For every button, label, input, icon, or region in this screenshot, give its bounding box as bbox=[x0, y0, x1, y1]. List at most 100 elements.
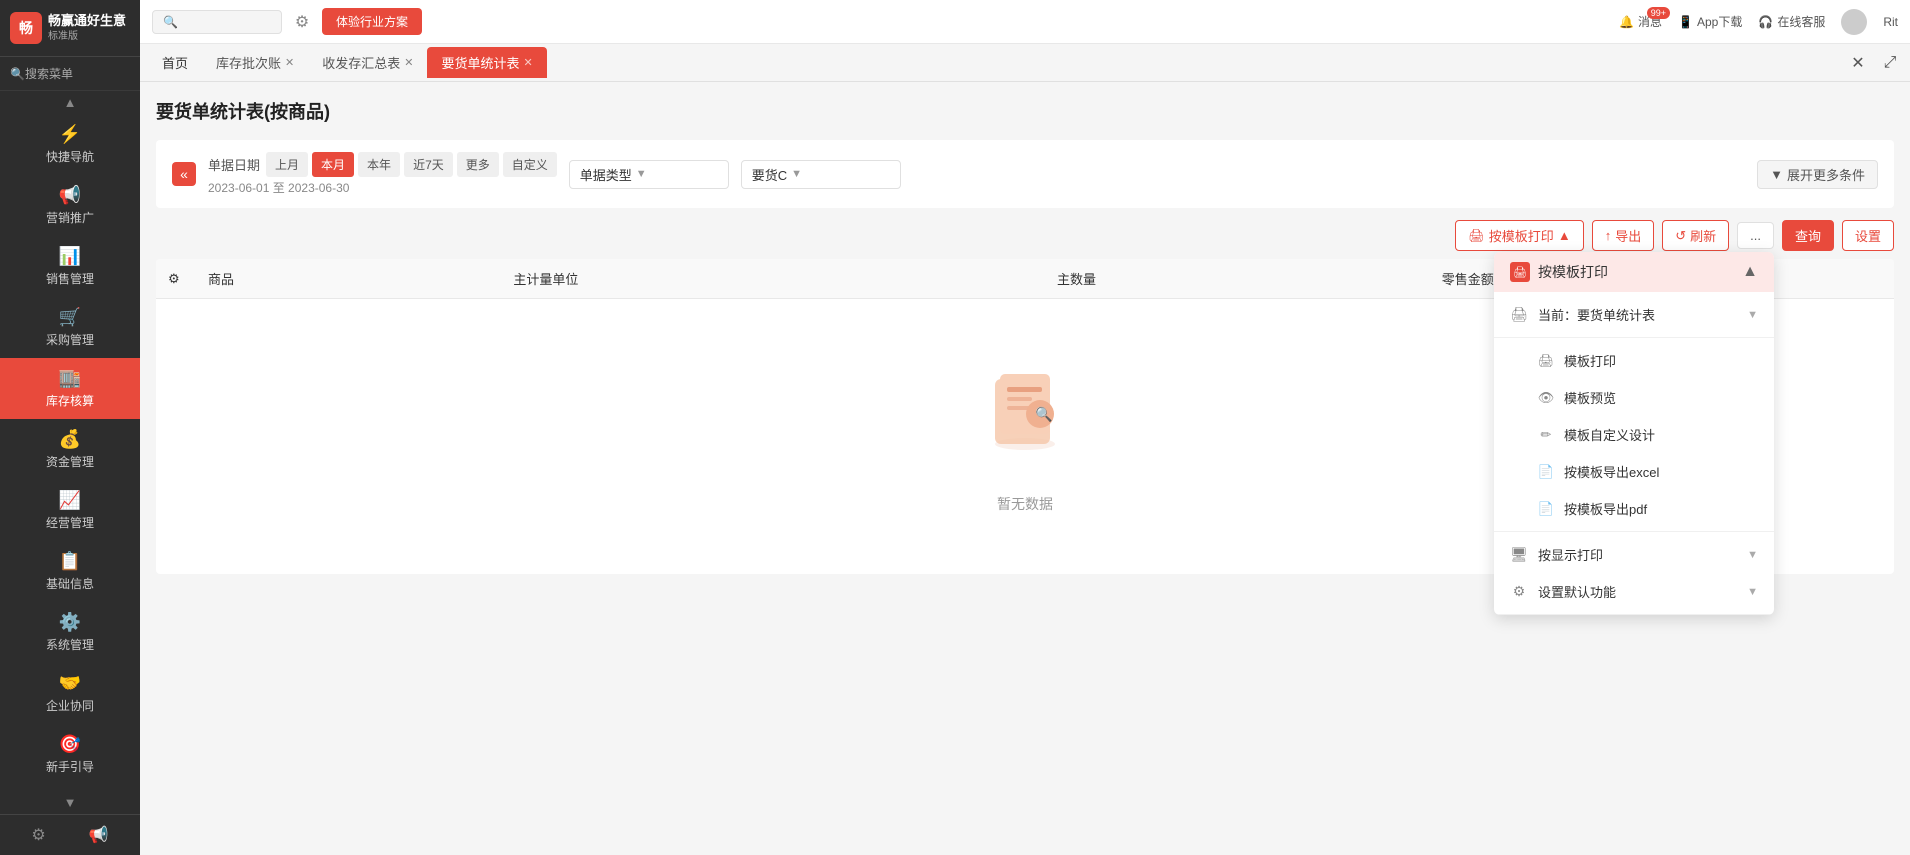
dropdown-close-btn[interactable]: ▲ bbox=[1742, 263, 1758, 281]
user-name[interactable]: Rit bbox=[1883, 15, 1898, 29]
industry-btn[interactable]: 体验行业方案 bbox=[322, 8, 422, 35]
expand-more-btn[interactable]: ▼ 展开更多条件 bbox=[1757, 160, 1878, 189]
sidebar-nav: ⚡ 快捷导航 📢 营销推广 📊 销售管理 🛒 采购管理 🏬 库存核算 💰 资金管… bbox=[0, 114, 140, 791]
settings-bottom-icon[interactable]: ⚙ bbox=[31, 825, 45, 845]
header-right: 🔔 消息 99+ 📱 App下载 🎧 在线客服 Rit bbox=[1619, 9, 1898, 35]
sidebar-item-marketing[interactable]: 📢 营销推广 bbox=[0, 175, 140, 236]
sidebar-item-finance[interactable]: 💰 资金管理 bbox=[0, 419, 140, 480]
avatar bbox=[1841, 9, 1867, 35]
search-icon: 🔍 bbox=[10, 67, 25, 81]
print-template-btn[interactable]: 🖨 按模板打印 ▲ bbox=[1455, 220, 1583, 251]
dropdown-export-pdf[interactable]: 📄 按模板导出pdf bbox=[1494, 490, 1774, 527]
sidebar-item-basics[interactable]: 📋 基础信息 bbox=[0, 541, 140, 602]
current-item-arrow-icon: ▼ bbox=[1747, 309, 1758, 321]
dropdown-export-excel[interactable]: 📄 按模板导出excel bbox=[1494, 453, 1774, 490]
svg-text:🔍: 🔍 bbox=[1035, 405, 1052, 423]
logo-icon: 畅 bbox=[10, 12, 42, 44]
order-type-filter-select[interactable]: 要货C ▼ bbox=[741, 160, 901, 189]
query-btn[interactable]: 查询 bbox=[1782, 220, 1834, 251]
th-settings[interactable]: ⚙ bbox=[156, 259, 196, 299]
dropdown-display-section: 🖥 按显示打印 ▼ ⚙ 设置默认功能 ▼ bbox=[1494, 532, 1774, 615]
sidebar-item-enterprise[interactable]: 🤝 企业协同 bbox=[0, 663, 140, 724]
empty-text: 暂无数据 bbox=[997, 494, 1053, 514]
sidebar-item-purchase[interactable]: 🛒 采购管理 bbox=[0, 297, 140, 358]
sidebar-scroll-down[interactable]: ▼ bbox=[0, 791, 140, 814]
export-icon: ↑ bbox=[1605, 228, 1612, 243]
sidebar: 畅 畅赢通好生意 标准版 🔍 搜索菜单 ▲ ⚡ 快捷导航 📢 营销推广 📊 销售… bbox=[0, 0, 140, 855]
dropdown-template-print[interactable]: 🖨 模板打印 bbox=[1494, 342, 1774, 379]
main-content: 🔍 ⚙ 体验行业方案 🔔 消息 99+ 📱 App下载 🎧 在线客服 bbox=[140, 0, 1910, 855]
user-avatar[interactable] bbox=[1841, 9, 1867, 35]
logo-text: 畅赢通好生意 标准版 bbox=[48, 12, 126, 44]
template-custom-icon: ✏ bbox=[1538, 427, 1554, 443]
sidebar-scroll-up[interactable]: ▲ bbox=[0, 91, 140, 114]
sidebar-logo: 畅 畅赢通好生意 标准版 bbox=[0, 0, 140, 57]
sidebar-item-sales[interactable]: 📊 销售管理 bbox=[0, 236, 140, 297]
filter-date-wrapper: 单据日期 上月 本月 本年 近7天 更多 自定义 2023-06-01 至 20… bbox=[208, 152, 557, 196]
export-btn[interactable]: ↑ 导出 bbox=[1592, 220, 1655, 251]
sidebar-item-newbie[interactable]: 🎯 新手引导 bbox=[0, 724, 140, 785]
date-btn-this-month[interactable]: 本月 bbox=[312, 152, 354, 177]
date-btn-last-month[interactable]: 上月 bbox=[266, 152, 308, 177]
display-print-icon: 🖥 bbox=[1510, 546, 1528, 564]
default-func-arrow-icon: ▼ bbox=[1747, 586, 1758, 598]
refresh-btn[interactable]: ↺ 刷新 bbox=[1662, 220, 1729, 251]
tab-inventory-batch[interactable]: 库存批次账 ✕ bbox=[202, 47, 308, 78]
sidebar-item-quick-nav[interactable]: ⚡ 快捷导航 bbox=[0, 114, 140, 175]
dropdown-current-item[interactable]: 🖨 当前：要货单统计表 ▼ bbox=[1494, 296, 1774, 333]
search-menu[interactable]: 🔍 搜索菜单 bbox=[0, 57, 140, 91]
toolbar: 🖨 按模板打印 ▲ ↑ 导出 ↺ 刷新 ... 查询 设置 bbox=[156, 220, 1894, 251]
date-btn-custom[interactable]: 自定义 bbox=[503, 152, 557, 177]
dropdown-default-func[interactable]: ⚙ 设置默认功能 ▼ bbox=[1494, 573, 1774, 610]
filter-bar: « 单据日期 上月 本月 本年 近7天 更多 自定义 2023-06-01 至 … bbox=[156, 140, 1894, 208]
tab-inventory-batch-close[interactable]: ✕ bbox=[285, 56, 294, 69]
dropdown-template-custom[interactable]: ✏ 模板自定义设计 bbox=[1494, 416, 1774, 453]
empty-icon: 🔍 bbox=[975, 359, 1075, 478]
date-options: 上月 本月 本年 近7天 更多 自定义 bbox=[266, 152, 557, 177]
type-filter-select[interactable]: 单据类型 ▼ bbox=[569, 160, 729, 189]
tab-order-stats[interactable]: 要货单统计表 ✕ bbox=[427, 47, 546, 78]
app-download-btn[interactable]: 📱 App下载 bbox=[1678, 13, 1742, 30]
online-service-btn[interactable]: 🎧 在线客服 bbox=[1758, 13, 1825, 30]
operations-icon: 📈 bbox=[59, 490, 81, 511]
dropdown-items-section: 🖨 模板打印 👁 模板预览 ✏ 模板自定义设计 📄 按模板导出excel bbox=[1494, 338, 1774, 532]
th-quantity: 主数量 bbox=[1045, 259, 1430, 299]
tab-receivable-summary-close[interactable]: ✕ bbox=[404, 56, 413, 69]
tab-expand-btn[interactable]: ⤢ bbox=[1878, 51, 1902, 75]
gear-icon: ⚙ bbox=[295, 12, 309, 32]
date-btn-this-year[interactable]: 本年 bbox=[358, 152, 400, 177]
header-gear-btn[interactable]: ⚙ bbox=[288, 8, 316, 36]
top-header: 🔍 ⚙ 体验行业方案 🔔 消息 99+ 📱 App下载 🎧 在线客服 bbox=[140, 0, 1910, 44]
sidebar-item-operations[interactable]: 📈 经营管理 bbox=[0, 480, 140, 541]
headset-icon: 🎧 bbox=[1758, 15, 1773, 29]
settings-btn[interactable]: 设置 bbox=[1842, 220, 1894, 251]
display-print-arrow-icon: ▼ bbox=[1747, 549, 1758, 561]
sidebar-item-inventory[interactable]: 🏬 库存核算 bbox=[0, 358, 140, 419]
tab-order-stats-close[interactable]: ✕ bbox=[524, 56, 533, 69]
header-search[interactable]: 🔍 bbox=[152, 10, 282, 34]
sidebar-bottom: ⚙ 📢 bbox=[0, 814, 140, 855]
header-search-icon: 🔍 bbox=[163, 15, 178, 29]
phone-icon: 📱 bbox=[1678, 15, 1693, 29]
page-area: 要货单统计表(按商品) « 单据日期 上月 本月 本年 近7天 更多 自定义 2… bbox=[140, 82, 1910, 855]
tab-home[interactable]: 首页 bbox=[148, 47, 202, 78]
dropdown-current-section: 🖨 当前：要货单统计表 ▼ bbox=[1494, 292, 1774, 338]
select-arrow2-icon: ▼ bbox=[791, 168, 802, 180]
messages-btn[interactable]: 🔔 消息 99+ bbox=[1619, 13, 1662, 30]
dropdown-display-print[interactable]: 🖥 按显示打印 ▼ bbox=[1494, 536, 1774, 573]
date-btn-more[interactable]: 更多 bbox=[457, 152, 499, 177]
export-pdf-icon: 📄 bbox=[1538, 501, 1554, 517]
tab-close-all-btn[interactable]: ✕ bbox=[1846, 51, 1870, 75]
filter-expand-btn[interactable]: « bbox=[172, 162, 196, 186]
dropdown-template-preview[interactable]: 👁 模板预览 bbox=[1494, 379, 1774, 416]
date-btn-7days[interactable]: 近7天 bbox=[404, 152, 453, 177]
printer-icon: 🖨 bbox=[1468, 228, 1485, 244]
marketing-icon: 📢 bbox=[59, 185, 81, 206]
more-btn[interactable]: ... bbox=[1737, 222, 1774, 249]
refresh-icon: ↺ bbox=[1675, 228, 1686, 244]
tab-receivable-summary[interactable]: 收发存汇总表 ✕ bbox=[308, 47, 427, 78]
speaker-icon[interactable]: 📢 bbox=[89, 825, 109, 845]
sales-icon: 📊 bbox=[59, 246, 81, 267]
sidebar-item-system[interactable]: ⚙️ 系统管理 bbox=[0, 602, 140, 663]
date-range: 2023-06-01 至 2023-06-30 bbox=[208, 179, 557, 196]
